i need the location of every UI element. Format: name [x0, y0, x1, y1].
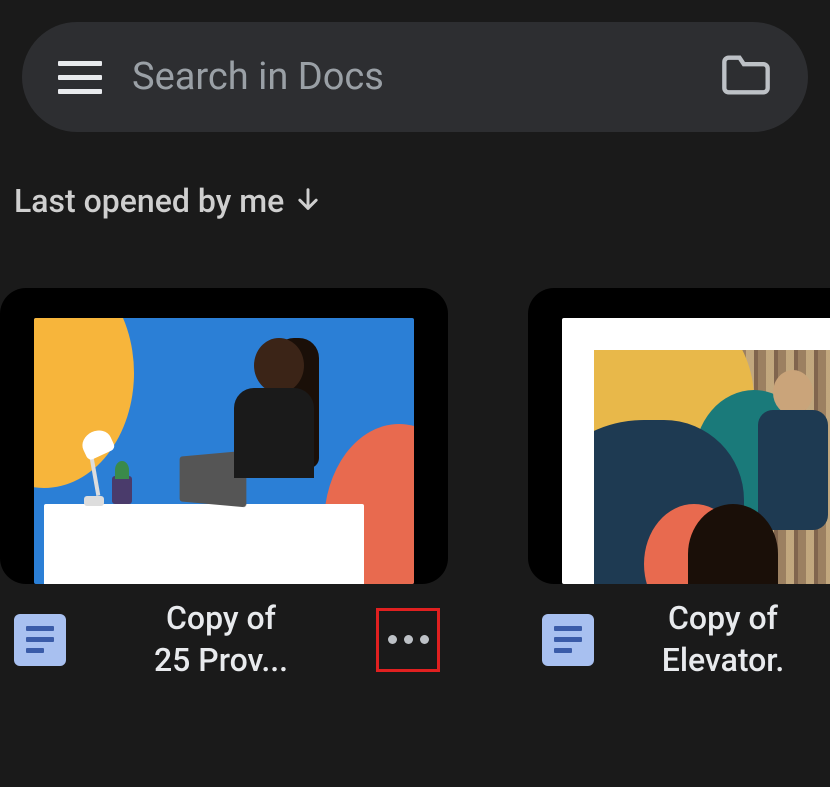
search-bar[interactable]: Search in Docs [22, 22, 808, 132]
document-thumbnail[interactable] [0, 288, 448, 584]
document-thumbnail[interactable] [528, 288, 830, 584]
folder-icon[interactable] [720, 53, 772, 101]
more-options-button[interactable] [376, 608, 440, 672]
sort-selector[interactable]: Last opened by me [14, 182, 816, 220]
document-card[interactable]: Copy of Elevator. [528, 288, 830, 681]
search-input[interactable]: Search in Docs [132, 55, 690, 99]
document-title: Copy of 25 Prov... [88, 598, 354, 681]
menu-icon[interactable] [58, 55, 102, 99]
docs-file-icon [14, 614, 66, 666]
document-card[interactable]: Copy of 25 Prov... [0, 288, 448, 681]
docs-file-icon [542, 614, 594, 666]
arrow-down-icon [294, 185, 322, 217]
document-title: Copy of Elevator. [616, 598, 830, 681]
sort-label: Last opened by me [14, 182, 284, 220]
document-grid: Copy of 25 Prov... [0, 288, 830, 681]
